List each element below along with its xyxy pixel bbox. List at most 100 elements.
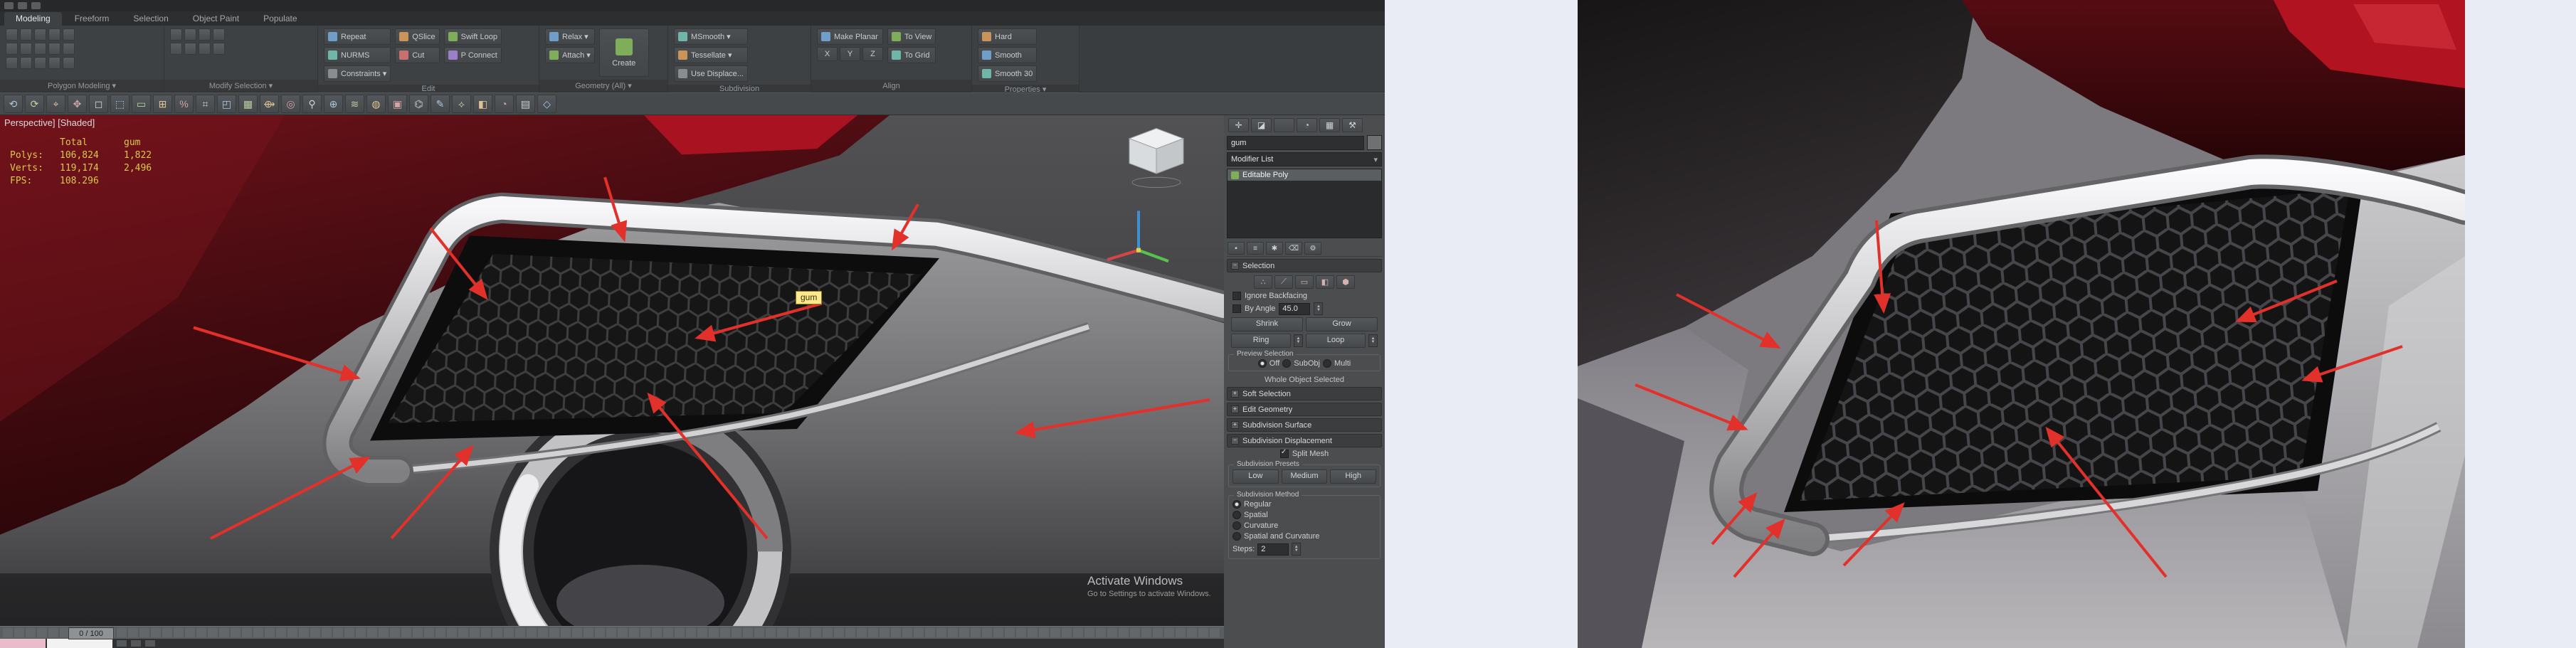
perspective-viewport[interactable]: Perspective] [Shaded] Total gum Polys: 106…	[0, 115, 1224, 626]
hierarchy-tab-icon[interactable]	[1274, 118, 1294, 132]
by-angle-value[interactable]: 45.0	[1279, 302, 1311, 315]
configure-modifier-sets-icon[interactable]: ⚙	[1304, 242, 1321, 255]
toolbar-icon[interactable]: ≋	[345, 95, 364, 113]
tab-object-paint[interactable]: Object Paint	[181, 12, 250, 26]
toolbar-icon[interactable]: ⟡	[452, 95, 471, 113]
smooth-30-button[interactable]: Smooth 30	[978, 65, 1038, 82]
toolbar-icon[interactable]: ⊕	[324, 95, 343, 113]
modifier-list-dropdown[interactable]: Modifier List	[1227, 152, 1382, 166]
ribbon-icon[interactable]	[48, 57, 60, 69]
method-regular-radio[interactable]	[1232, 500, 1241, 509]
method-spatial-radio[interactable]	[1232, 511, 1241, 519]
to-view-button[interactable]: To View	[887, 28, 936, 45]
status-icon[interactable]	[145, 640, 155, 647]
rollout-edit-geometry[interactable]: Edit Geometry	[1227, 403, 1382, 416]
toolbar-icon[interactable]: ⌬	[409, 95, 428, 113]
vertex-mode-icon[interactable]: ∴	[1254, 275, 1272, 289]
toolbar-icon[interactable]: %	[174, 95, 194, 113]
to-grid-button[interactable]: To Grid	[887, 47, 936, 63]
toolbar-icon[interactable]: ▭	[132, 95, 151, 113]
toolbar-icon[interactable]: ⟴	[260, 95, 279, 113]
undo-icon[interactable]	[31, 2, 41, 9]
time-slider[interactable]: 0 / 100	[68, 627, 114, 639]
hard-button[interactable]: Hard	[978, 28, 1038, 45]
tab-selection[interactable]: Selection	[122, 12, 179, 26]
ribbon-icon[interactable]	[34, 28, 46, 41]
tab-freeform[interactable]: Freeform	[63, 12, 121, 26]
viewport-label[interactable]: Perspective] [Shaded]	[4, 117, 95, 128]
ribbon-icon[interactable]	[34, 57, 46, 69]
ribbon-icon[interactable]	[170, 28, 182, 41]
preview-multi-radio[interactable]	[1322, 359, 1331, 368]
toolbar-icon[interactable]: ⬚	[110, 95, 130, 113]
ribbon-icon[interactable]	[20, 28, 32, 41]
object-color-swatch[interactable]	[1367, 135, 1382, 150]
ribbon-icon[interactable]	[63, 28, 75, 41]
toolbar-icon[interactable]: ◧	[473, 95, 492, 113]
ribbon-icon[interactable]	[6, 57, 18, 69]
ribbon-icon[interactable]	[48, 28, 60, 41]
nurms-button[interactable]: NURMS	[324, 47, 391, 63]
tessellate-button[interactable]: Tessellate ▾	[674, 47, 748, 63]
cut-button[interactable]: Cut	[395, 47, 440, 63]
tab-populate[interactable]: Populate	[252, 12, 308, 26]
edge-mode-icon[interactable]: ⟋	[1274, 275, 1293, 289]
by-angle-checkbox[interactable]: By Angle 45.0	[1227, 302, 1382, 315]
method-curvature-radio[interactable]	[1232, 521, 1241, 530]
align-x-button[interactable]: X	[817, 47, 838, 61]
toolbar-icon[interactable]: ▦	[238, 95, 258, 113]
ribbon-icon[interactable]	[6, 28, 18, 41]
status-icon[interactable]	[131, 640, 141, 647]
ignore-backfacing-checkbox[interactable]: Ignore Backfacing	[1227, 292, 1382, 300]
save-icon[interactable]	[18, 2, 27, 9]
toolbar-icon[interactable]: ✥	[68, 95, 87, 113]
ribbon-icon[interactable]	[199, 43, 211, 55]
toolbar-icon[interactable]: ⌖	[46, 95, 65, 113]
repeat-button[interactable]: Repeat	[324, 28, 391, 45]
ring-button[interactable]: Ring	[1231, 334, 1291, 348]
ribbon-icon[interactable]	[48, 43, 60, 55]
ribbon-icon[interactable]	[213, 43, 225, 55]
ribbon-icon[interactable]	[184, 28, 196, 41]
attach-button[interactable]: Attach ▾	[545, 47, 595, 63]
ribbon-icon[interactable]	[20, 57, 32, 69]
maxscript-mini-listener[interactable]	[0, 639, 46, 648]
align-y-button[interactable]: Y	[840, 47, 860, 61]
motion-tab-icon[interactable]: ◔	[1297, 118, 1317, 132]
method-spatial-curvature-radio[interactable]	[1232, 532, 1241, 541]
toolbar-icon[interactable]: ◰	[217, 95, 236, 113]
checkbox[interactable]	[1232, 292, 1241, 300]
status-icon[interactable]	[117, 640, 127, 647]
show-end-result-icon[interactable]: ≡	[1247, 242, 1264, 255]
shrink-button[interactable]: Shrink	[1231, 317, 1303, 331]
toolbar-icon[interactable]: ◻	[89, 95, 108, 113]
toolbar-icon[interactable]: ▤	[516, 95, 535, 113]
swift-loop-button[interactable]: Swift Loop	[443, 28, 502, 45]
preset-low-button[interactable]: Low	[1232, 469, 1279, 484]
toolbar-icon[interactable]: ▣	[388, 95, 407, 113]
ribbon-icon[interactable]	[213, 28, 225, 41]
modifier-stack[interactable]: Editable Poly	[1227, 169, 1382, 238]
toolbar-icon[interactable]: ◇	[537, 95, 556, 113]
preset-medium-button[interactable]: Medium	[1281, 469, 1328, 484]
use-displace-button[interactable]: Use Displace...	[674, 65, 748, 82]
preview-off-radio[interactable]	[1257, 359, 1267, 368]
rollout-soft-selection[interactable]: Soft Selection	[1227, 387, 1382, 400]
checkbox[interactable]	[1232, 304, 1241, 313]
rollout-subdivision-displacement[interactable]: Subdivision Displacement	[1227, 434, 1382, 447]
preview-subobj-radio[interactable]	[1282, 359, 1292, 368]
maxscript-mini-listener[interactable]	[47, 639, 112, 648]
align-z-button[interactable]: Z	[862, 47, 883, 61]
app-menu-icon[interactable]	[4, 2, 14, 9]
spinner[interactable]	[1314, 302, 1324, 315]
toolbar-icon[interactable]: ◍	[366, 95, 386, 113]
ribbon-icon[interactable]	[20, 43, 32, 55]
ribbon-icon[interactable]	[184, 43, 196, 55]
display-tab-icon[interactable]: ▦	[1319, 118, 1340, 132]
smooth-button[interactable]: Smooth	[978, 47, 1038, 63]
toolbar-icon[interactable]: ⚲	[302, 95, 322, 113]
modify-tab-icon[interactable]: ◪	[1251, 118, 1272, 132]
toolbar-icon[interactable]: ◔	[495, 95, 514, 113]
toolbar-icon[interactable]: ✎	[431, 95, 450, 113]
ribbon-icon[interactable]	[199, 28, 211, 41]
